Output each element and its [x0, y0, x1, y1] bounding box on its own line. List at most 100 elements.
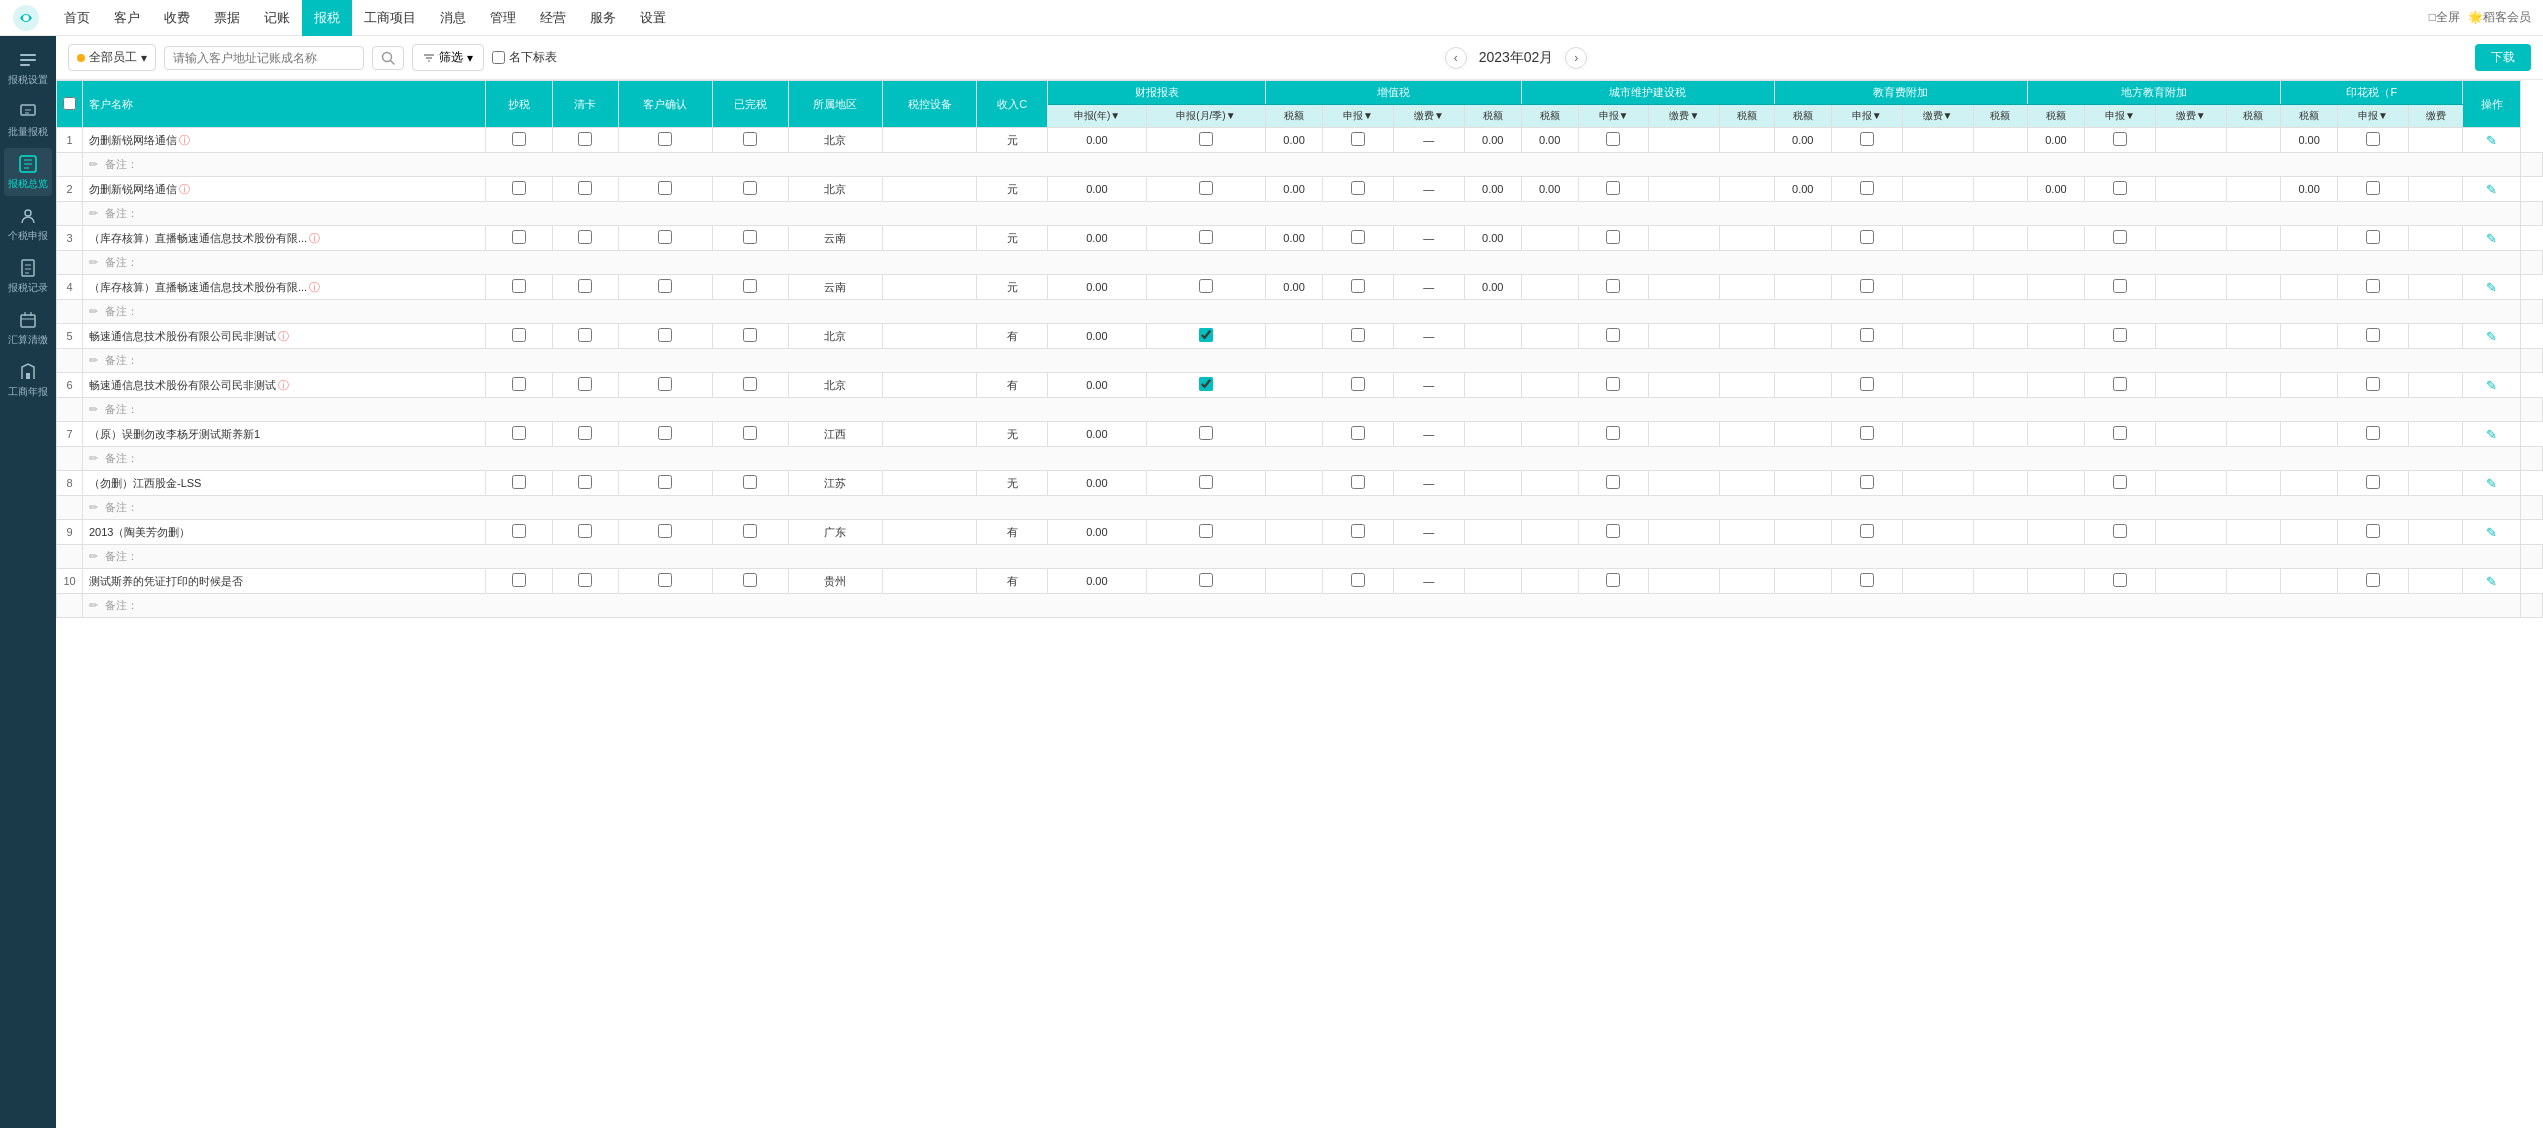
vat-shen-checkbox[interactable] — [1351, 181, 1365, 195]
urban-shen-cell[interactable] — [1578, 128, 1649, 153]
local-shen-checkbox[interactable] — [2113, 524, 2127, 538]
kehuqueren-checkbox[interactable] — [658, 132, 672, 146]
caoshui-checkbox[interactable] — [512, 132, 526, 146]
stamp-shen-cell[interactable] — [2338, 471, 2409, 496]
yiwansui-checkbox[interactable] — [743, 279, 757, 293]
vat-shen-checkbox[interactable] — [1351, 279, 1365, 293]
stamp-shen-cell[interactable] — [2338, 226, 2409, 251]
stamp-shen-checkbox[interactable] — [2366, 230, 2380, 244]
nav-item-收费[interactable]: 收费 — [152, 0, 202, 36]
action-cell[interactable]: ✎ — [2463, 520, 2521, 545]
caiwu-yue-cell[interactable] — [1146, 226, 1266, 251]
qingka-checkbox[interactable] — [578, 230, 592, 244]
sidebar-item-tax-overview[interactable]: 报税总览 — [4, 148, 52, 196]
stamp-shen-cell[interactable] — [2338, 373, 2409, 398]
filter-button[interactable]: 筛选 ▾ — [412, 44, 484, 71]
urban-shen-checkbox[interactable] — [1606, 524, 1620, 538]
caoshui-checkbox[interactable] — [512, 426, 526, 440]
stamp-shen-checkbox[interactable] — [2366, 475, 2380, 489]
urban-shen-checkbox[interactable] — [1606, 328, 1620, 342]
urban-shen-checkbox[interactable] — [1606, 573, 1620, 587]
caoshui-cell[interactable] — [486, 569, 552, 594]
local-shen-checkbox[interactable] — [2113, 328, 2127, 342]
nav-item-经营[interactable]: 经营 — [528, 0, 578, 36]
caoshui-checkbox[interactable] — [512, 328, 526, 342]
nav-item-记账[interactable]: 记账 — [252, 0, 302, 36]
qingka-checkbox[interactable] — [578, 132, 592, 146]
local-shen-checkbox[interactable] — [2113, 426, 2127, 440]
yiwansui-cell[interactable] — [712, 471, 788, 496]
nav-item-首页[interactable]: 首页 — [52, 0, 102, 36]
yiwansui-cell[interactable] — [712, 569, 788, 594]
stamp-shen-checkbox[interactable] — [2366, 181, 2380, 195]
local-shen-cell[interactable] — [2084, 422, 2155, 447]
yiwansui-cell[interactable] — [712, 422, 788, 447]
kehuqueren-cell[interactable] — [618, 226, 712, 251]
vat-shen-cell[interactable] — [1323, 422, 1394, 447]
caoshui-checkbox[interactable] — [512, 573, 526, 587]
caiwu-yue-cell[interactable] — [1146, 520, 1266, 545]
kehuqueren-checkbox[interactable] — [658, 328, 672, 342]
edu-shen-cell[interactable] — [1831, 471, 1902, 496]
caoshui-cell[interactable] — [486, 373, 552, 398]
edit-icon[interactable]: ✎ — [2486, 182, 2497, 197]
urban-shen-cell[interactable] — [1578, 520, 1649, 545]
stamp-shen-checkbox[interactable] — [2366, 524, 2380, 538]
stamp-shen-cell[interactable] — [2338, 520, 2409, 545]
caiwu-yue-checkbox[interactable] — [1199, 181, 1213, 195]
edu-shen-cell[interactable] — [1831, 373, 1902, 398]
kehuqueren-cell[interactable] — [618, 471, 712, 496]
caiwu-yue-checkbox[interactable] — [1199, 279, 1213, 293]
caoshui-checkbox[interactable] — [512, 279, 526, 293]
vat-shen-cell[interactable] — [1323, 226, 1394, 251]
nav-item-设置[interactable]: 设置 — [628, 0, 678, 36]
yiwansui-cell[interactable] — [712, 128, 788, 153]
yiwansui-checkbox[interactable] — [743, 426, 757, 440]
local-shen-cell[interactable] — [2084, 177, 2155, 202]
edu-shen-checkbox[interactable] — [1860, 475, 1874, 489]
caiwu-yue-checkbox[interactable] — [1199, 132, 1213, 146]
caiwu-yue-checkbox[interactable] — [1199, 573, 1213, 587]
mingxia-checkbox[interactable] — [492, 51, 505, 64]
yiwansui-checkbox[interactable] — [743, 475, 757, 489]
edu-shen-cell[interactable] — [1831, 128, 1902, 153]
caiwu-yue-cell[interactable] — [1146, 373, 1266, 398]
edu-shen-cell[interactable] — [1831, 422, 1902, 447]
sidebar-item-tax-record[interactable]: 报税记录 — [4, 252, 52, 300]
sidebar-item-annual-tax[interactable]: 汇算清缴 — [4, 304, 52, 352]
qingka-cell[interactable] — [552, 275, 618, 300]
caiwu-yue-cell[interactable] — [1146, 324, 1266, 349]
edit-icon[interactable]: ✎ — [2486, 476, 2497, 491]
kehuqueren-cell[interactable] — [618, 520, 712, 545]
yiwansui-checkbox[interactable] — [743, 132, 757, 146]
action-cell[interactable]: ✎ — [2463, 569, 2521, 594]
qingka-checkbox[interactable] — [578, 524, 592, 538]
qingka-checkbox[interactable] — [578, 475, 592, 489]
yiwansui-checkbox[interactable] — [743, 328, 757, 342]
caoshui-cell[interactable] — [486, 275, 552, 300]
download-button[interactable]: 下载 — [2475, 44, 2531, 71]
action-cell[interactable]: ✎ — [2463, 373, 2521, 398]
edit-icon[interactable]: ✎ — [2486, 574, 2497, 589]
kehuqueren-cell[interactable] — [618, 177, 712, 202]
edu-shen-checkbox[interactable] — [1860, 524, 1874, 538]
stamp-shen-cell[interactable] — [2338, 422, 2409, 447]
kehuqueren-checkbox[interactable] — [658, 524, 672, 538]
caiwu-yue-checkbox[interactable] — [1199, 524, 1213, 538]
caoshui-cell[interactable] — [486, 520, 552, 545]
urban-shen-checkbox[interactable] — [1606, 377, 1620, 391]
edit-icon[interactable]: ✎ — [2486, 133, 2497, 148]
action-cell[interactable]: ✎ — [2463, 275, 2521, 300]
local-shen-cell[interactable] — [2084, 471, 2155, 496]
edu-shen-checkbox[interactable] — [1860, 230, 1874, 244]
caiwu-yue-cell[interactable] — [1146, 569, 1266, 594]
edu-shen-cell[interactable] — [1831, 226, 1902, 251]
caoshui-checkbox[interactable] — [512, 524, 526, 538]
edu-shen-checkbox[interactable] — [1860, 279, 1874, 293]
action-cell[interactable]: ✎ — [2463, 324, 2521, 349]
caiwu-yue-checkbox[interactable] — [1199, 230, 1213, 244]
kehuqueren-checkbox[interactable] — [658, 181, 672, 195]
kehuqueren-cell[interactable] — [618, 128, 712, 153]
urban-shen-checkbox[interactable] — [1606, 426, 1620, 440]
urban-shen-cell[interactable] — [1578, 177, 1649, 202]
